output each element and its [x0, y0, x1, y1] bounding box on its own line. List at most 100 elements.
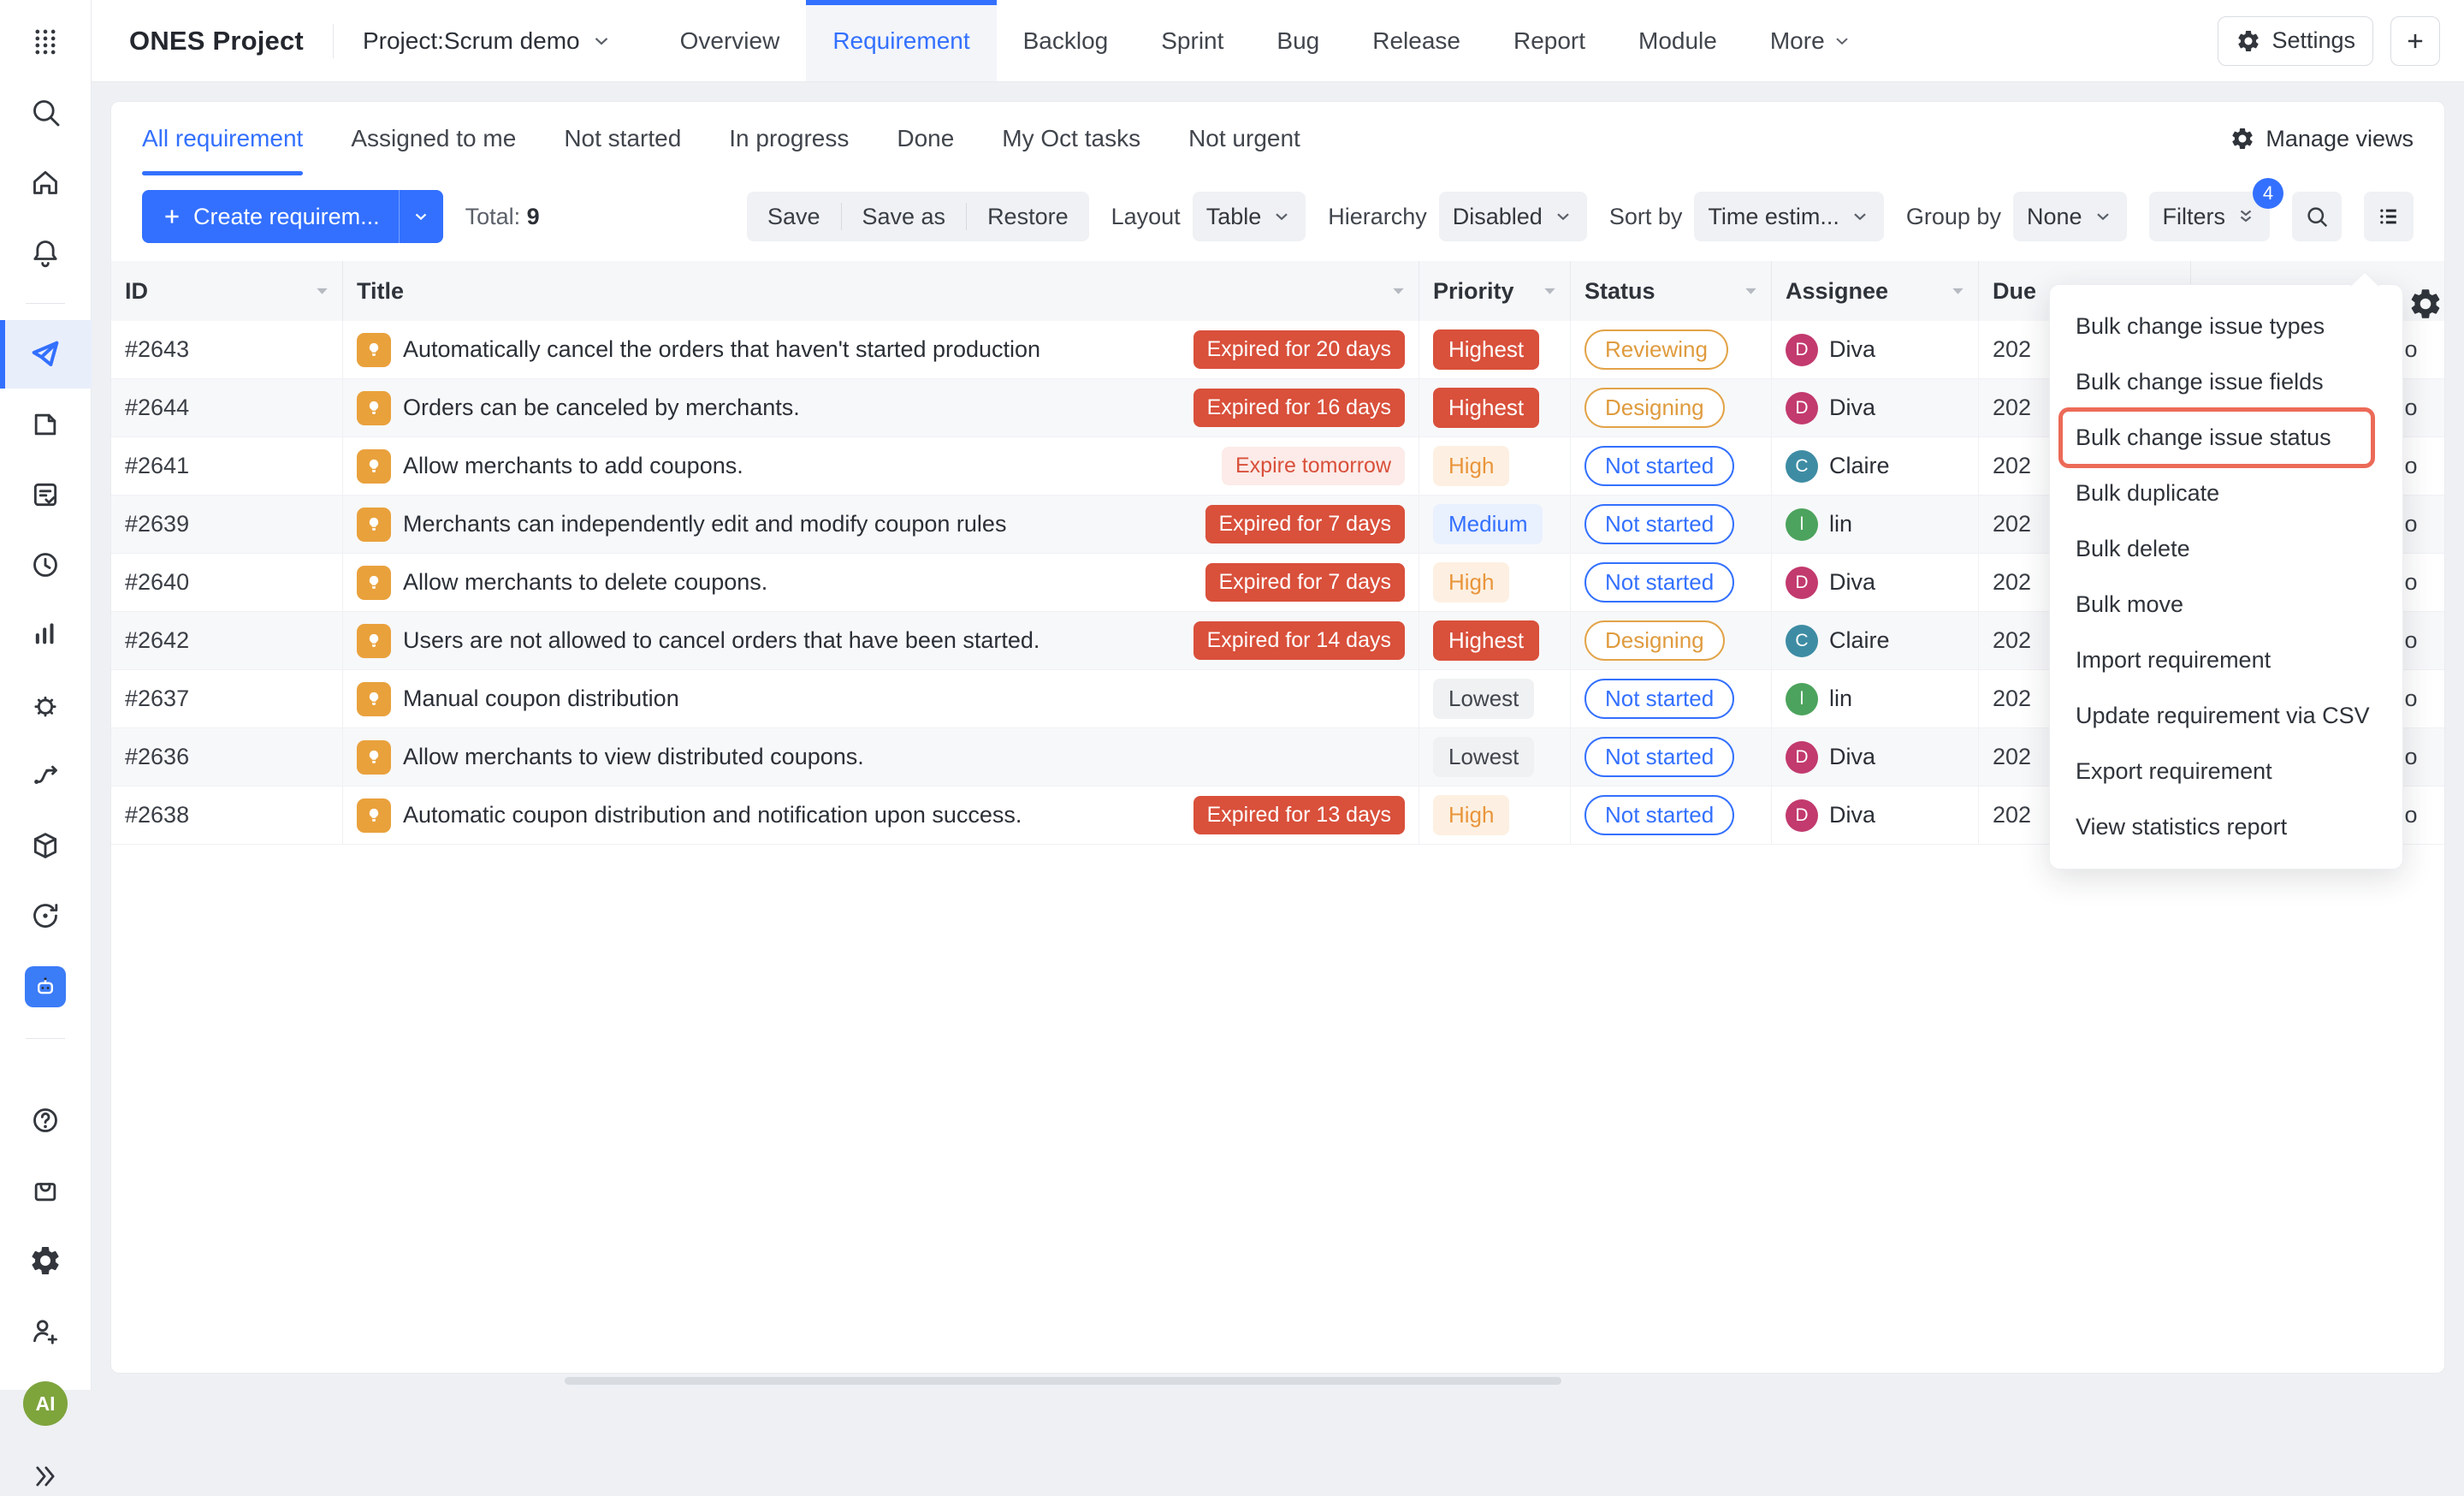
nav-tab-sprint[interactable]: Sprint: [1134, 0, 1250, 81]
nav-tab-bug[interactable]: Bug: [1250, 0, 1346, 81]
sidebar-item-wiki-note-icon[interactable]: [0, 475, 92, 514]
column-header-status[interactable]: Status: [1571, 261, 1772, 321]
status-pill[interactable]: Not started: [1584, 737, 1735, 777]
hierarchy-select[interactable]: Disabled: [1438, 192, 1587, 241]
view-tab-not-started[interactable]: Not started: [564, 102, 681, 175]
column-header-id[interactable]: ID: [111, 261, 343, 321]
horizontal-scrollbar[interactable]: [565, 1377, 1561, 1385]
column-filter-icon[interactable]: [1744, 287, 1757, 295]
layout-select[interactable]: Table: [1192, 192, 1306, 241]
sort-by-select[interactable]: Time estim...: [1694, 192, 1884, 241]
column-filter-icon[interactable]: [1543, 287, 1556, 295]
manage-views-button[interactable]: Manage views: [2230, 126, 2414, 152]
sidebar-item-invite-member-icon[interactable]: [0, 1311, 92, 1351]
issue-title[interactable]: Automatic coupon distribution and notifi…: [403, 802, 1022, 828]
view-tab-all-requirement[interactable]: All requirement: [142, 102, 304, 175]
sidebar-item-gear-icon[interactable]: [0, 1241, 92, 1280]
sidebar-item-file-export-icon[interactable]: [0, 405, 92, 444]
column-filter-icon[interactable]: [1952, 287, 1964, 295]
sidebar-item-collapse-sidebar-icon[interactable]: [0, 1457, 92, 1496]
menu-item-bulk-change-issue-fields[interactable]: Bulk change issue fields: [2050, 354, 2402, 410]
status-pill[interactable]: Designing: [1584, 620, 1725, 661]
nav-tab-release[interactable]: Release: [1346, 0, 1487, 81]
sidebar-item-apps-grid-icon[interactable]: [0, 22, 92, 62]
sidebar-item-project-plane-icon[interactable]: [0, 320, 92, 389]
priority-badge[interactable]: Lowest: [1433, 679, 1535, 719]
nav-tab-report[interactable]: Report: [1487, 0, 1612, 81]
sidebar-item-clock-icon[interactable]: [0, 545, 92, 585]
sidebar-item-home-icon[interactable]: [0, 163, 92, 202]
status-pill[interactable]: Not started: [1584, 679, 1735, 719]
issue-title[interactable]: Manual coupon distribution: [403, 686, 679, 712]
column-header-priority[interactable]: Priority: [1419, 261, 1571, 321]
nav-tab-overview[interactable]: Overview: [654, 0, 807, 81]
filters-button[interactable]: Filters 4: [2148, 178, 2283, 241]
sidebar-item-performance-chart-icon[interactable]: [0, 615, 92, 655]
priority-badge[interactable]: Medium: [1433, 504, 1543, 544]
sidebar-item-search-icon[interactable]: [0, 92, 92, 132]
menu-item-view-statistics-report[interactable]: View statistics report: [2050, 799, 2402, 855]
status-pill[interactable]: Not started: [1584, 795, 1735, 835]
menu-item-update-requirement-via-csv[interactable]: Update requirement via CSV: [2050, 688, 2402, 744]
issue-title[interactable]: Automatically cancel the orders that hav…: [403, 336, 1040, 363]
view-tab-assigned-to-me[interactable]: Assigned to me: [351, 102, 516, 175]
menu-item-bulk-move[interactable]: Bulk move: [2050, 577, 2402, 632]
user-avatar[interactable]: AI: [23, 1381, 68, 1426]
issue-title[interactable]: Merchants can independently edit and mod…: [403, 511, 1006, 537]
sidebar-item-deliver-icon[interactable]: [0, 896, 92, 935]
create-requirement-main[interactable]: Create requirem...: [142, 190, 399, 243]
sidebar-item-pipeline-icon[interactable]: [0, 756, 92, 795]
restore-button[interactable]: Restore: [967, 192, 1089, 241]
priority-badge[interactable]: Highest: [1433, 620, 1540, 661]
issue-title[interactable]: Allow merchants to view distributed coup…: [403, 744, 864, 770]
column-settings-gear-icon[interactable]: [2408, 286, 2443, 322]
status-pill[interactable]: Reviewing: [1584, 329, 1728, 370]
settings-button[interactable]: Settings: [2218, 15, 2373, 66]
status-pill[interactable]: Not started: [1584, 562, 1735, 603]
status-pill[interactable]: Not started: [1584, 504, 1735, 544]
column-header-title[interactable]: Title: [343, 261, 1419, 321]
save-button[interactable]: Save: [747, 192, 841, 241]
project-switcher[interactable]: Project:Scrum demo: [363, 0, 613, 81]
save-as-button[interactable]: Save as: [842, 192, 967, 241]
sidebar-item-help-icon[interactable]: [0, 1101, 92, 1140]
menu-item-bulk-delete[interactable]: Bulk delete: [2050, 521, 2402, 577]
search-button[interactable]: [2292, 192, 2342, 241]
group-by-select[interactable]: None: [2012, 192, 2127, 241]
status-pill[interactable]: Not started: [1584, 446, 1735, 486]
issue-title[interactable]: Users are not allowed to cancel orders t…: [403, 627, 1040, 654]
status-pill[interactable]: Designing: [1584, 388, 1725, 428]
bulk-actions-menu-button[interactable]: [2364, 192, 2414, 241]
priority-badge[interactable]: High: [1433, 562, 1510, 603]
menu-item-bulk-change-issue-status[interactable]: Bulk change issue status: [2050, 407, 2402, 468]
nav-tab-module[interactable]: Module: [1612, 0, 1744, 81]
priority-badge[interactable]: Lowest: [1433, 737, 1535, 777]
menu-item-bulk-change-issue-types[interactable]: Bulk change issue types: [2050, 299, 2402, 354]
view-tab-not-urgent[interactable]: Not urgent: [1188, 102, 1300, 175]
nav-tab-backlog[interactable]: Backlog: [997, 0, 1135, 81]
priority-badge[interactable]: High: [1433, 446, 1510, 486]
column-filter-icon[interactable]: [316, 287, 329, 295]
menu-item-bulk-duplicate[interactable]: Bulk duplicate: [2050, 466, 2402, 521]
sidebar-item-package-icon[interactable]: [0, 826, 92, 865]
priority-badge[interactable]: High: [1433, 795, 1510, 835]
sidebar-item-assistant-widget-icon[interactable]: [25, 966, 66, 1007]
priority-badge[interactable]: Highest: [1433, 388, 1540, 428]
menu-item-import-requirement[interactable]: Import requirement: [2050, 632, 2402, 688]
view-tab-my-oct-tasks[interactable]: My Oct tasks: [1002, 102, 1140, 175]
issue-title[interactable]: Orders can be canceled by merchants.: [403, 395, 800, 421]
nav-tab-more[interactable]: More: [1744, 0, 1879, 81]
priority-badge[interactable]: Highest: [1433, 329, 1540, 370]
add-button[interactable]: [2390, 15, 2440, 66]
sidebar-item-notification-bell-icon[interactable]: [0, 233, 92, 272]
view-tab-in-progress[interactable]: In progress: [729, 102, 849, 175]
column-header-assignee[interactable]: Assignee: [1772, 261, 1979, 321]
view-tab-done[interactable]: Done: [897, 102, 954, 175]
nav-tab-requirement[interactable]: Requirement: [806, 0, 997, 81]
create-requirement-button[interactable]: Create requirem...: [142, 190, 443, 243]
issue-title[interactable]: Allow merchants to delete coupons.: [403, 569, 767, 596]
column-filter-icon[interactable]: [1392, 287, 1405, 295]
issue-title[interactable]: Allow merchants to add coupons.: [403, 453, 743, 479]
create-requirement-caret[interactable]: [398, 190, 443, 243]
sidebar-item-workspace-bag-icon[interactable]: [0, 1171, 92, 1210]
